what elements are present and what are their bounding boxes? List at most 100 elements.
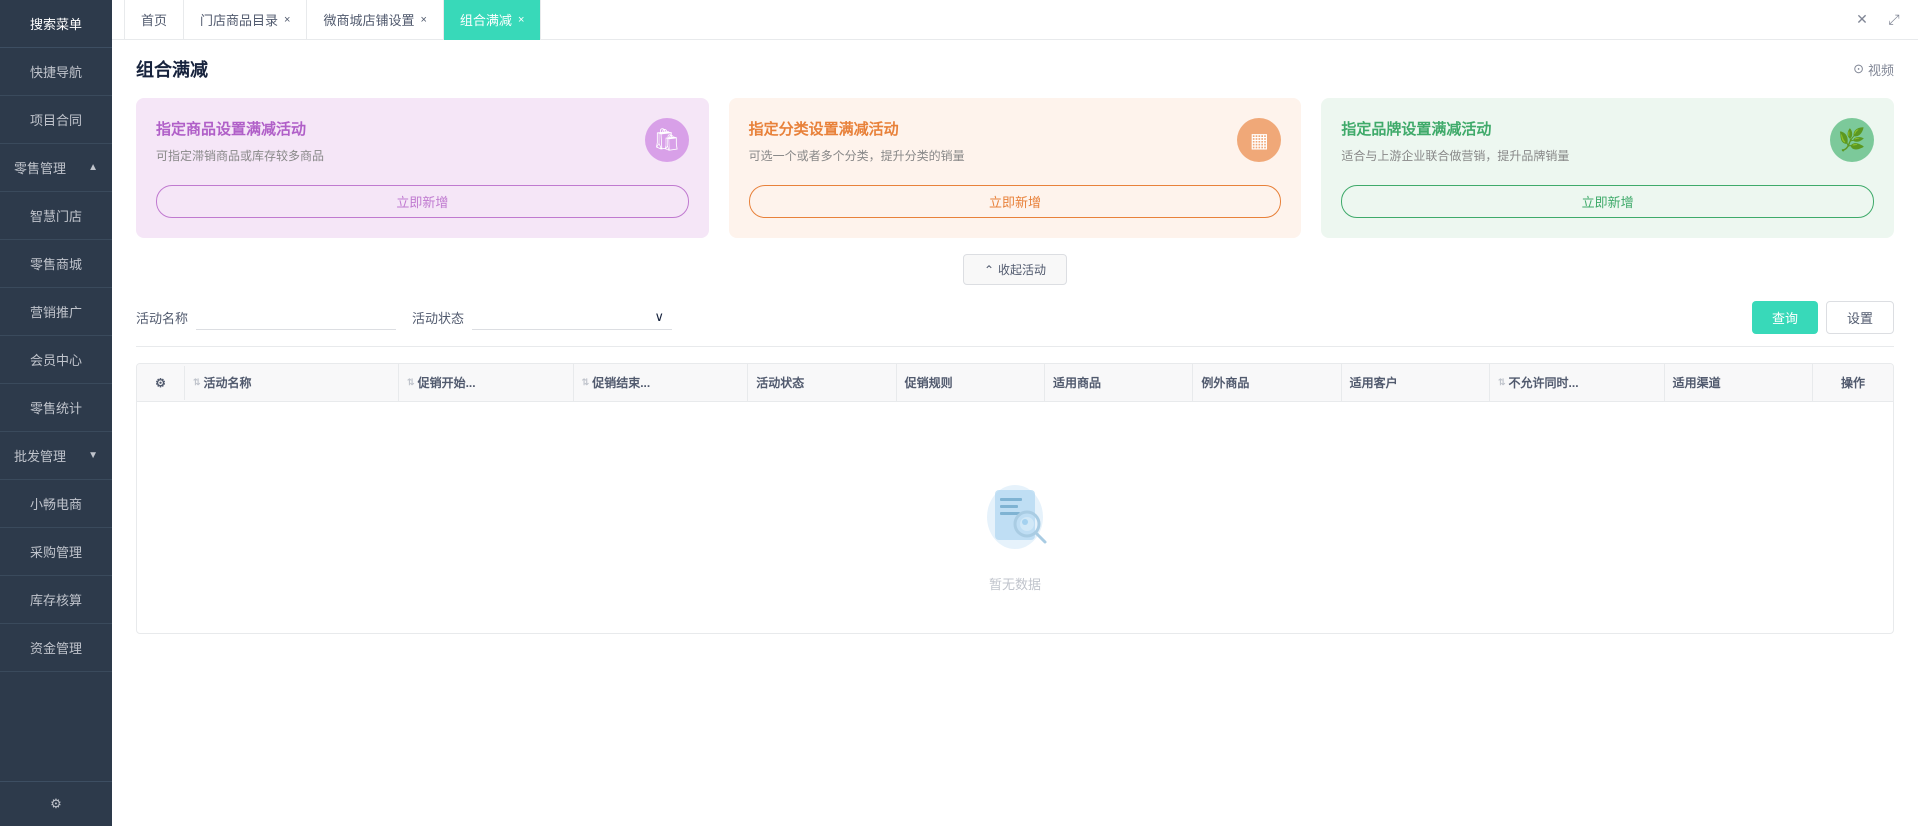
- video-btn[interactable]: ⊙ 视频: [1853, 60, 1894, 79]
- brand-card-add-btn[interactable]: 立即新增: [1341, 185, 1874, 218]
- sidebar-item-label: 营销推广: [30, 302, 82, 321]
- th-start: ⇅ 促销开始...: [399, 364, 574, 401]
- sidebar-item-label: 批发管理: [14, 446, 66, 465]
- filter-name-label: 活动名称: [136, 308, 188, 327]
- sidebar-item-retail-mall[interactable]: 零售商城: [0, 240, 112, 288]
- sidebar-item-label: 项目合同: [30, 110, 82, 129]
- main-area: 首页 门店商品目录 × 微商城店铺设置 × 组合满减 × ✕ ⤢ 组合满减 ⊙ …: [112, 0, 1918, 826]
- collapse-activities-btn[interactable]: ⌃ 收起活动: [963, 254, 1067, 285]
- sort-icon[interactable]: ⇅: [582, 377, 590, 388]
- tab-home[interactable]: 首页: [124, 0, 184, 40]
- brand-card-desc: 适合与上游企业联合做营销，提升品牌销量: [1341, 147, 1874, 166]
- sidebar-item-inventory[interactable]: 库存核算: [0, 576, 112, 624]
- th-gear[interactable]: ⚙: [137, 366, 185, 400]
- query-btn[interactable]: 查询: [1752, 301, 1818, 334]
- sidebar-item-quick-nav[interactable]: 快捷导航: [0, 48, 112, 96]
- page-title: 组合满减: [136, 56, 208, 82]
- sidebar-item-label: 采购管理: [30, 542, 82, 561]
- sidebar-item-label: 库存核算: [30, 590, 82, 609]
- tab-wechat[interactable]: 微商城店铺设置 ×: [307, 0, 443, 40]
- empty-text: 暂无数据: [989, 574, 1041, 593]
- table-header: ⚙ ⇅ 活动名称 ⇅ 促销开始... ⇅ 促销结束... 活动状态: [137, 364, 1893, 402]
- tab-bar-actions: ✕ ⤢: [1850, 8, 1906, 32]
- collapse-icon: ⌃: [984, 263, 994, 277]
- empty-illustration: [965, 462, 1065, 562]
- filter-name-item: 活动名称: [136, 306, 396, 330]
- filter-row: 活动名称 活动状态 ∨ 查询 设置: [136, 301, 1894, 347]
- category-card-desc: 可选一个或者多个分类，提升分类的销量: [749, 147, 1282, 166]
- data-table: ⚙ ⇅ 活动名称 ⇅ 促销开始... ⇅ 促销结束... 活动状态: [136, 363, 1894, 634]
- promo-cards-row: 🛍 指定商品设置满减活动 可指定滞销商品或库存较多商品 立即新增 ▦ 指定分类设…: [136, 98, 1894, 238]
- sidebar-item-label: 资金管理: [30, 638, 82, 657]
- restore-window-btn[interactable]: ⤢: [1882, 8, 1906, 32]
- filter-actions: 查询 设置: [1752, 301, 1894, 334]
- sidebar-item-label: 零售管理: [14, 158, 66, 177]
- sidebar-item-marketing[interactable]: 营销推广: [0, 288, 112, 336]
- th-name: ⇅ 活动名称: [185, 364, 399, 401]
- brand-card-icon: 🌿: [1830, 118, 1874, 162]
- category-card-add-btn[interactable]: 立即新增: [749, 185, 1282, 218]
- chevron-down-icon: ▼: [88, 450, 98, 461]
- category-card-title: 指定分类设置满减活动: [749, 118, 1282, 139]
- sidebar-settings-btn[interactable]: ⚙: [0, 781, 112, 826]
- tab-close-combo[interactable]: ×: [518, 14, 524, 26]
- filter-status-item: 活动状态 ∨: [412, 305, 672, 330]
- sidebar-item-retail-stat[interactable]: 零售统计: [0, 384, 112, 432]
- sidebar-item-label: 快捷导航: [30, 62, 82, 81]
- th-except: 例外商品: [1193, 364, 1341, 401]
- th-end: ⇅ 促销结束...: [574, 364, 749, 401]
- sidebar-item-label: 零售统计: [30, 398, 82, 417]
- sidebar-item-purchase[interactable]: 采购管理: [0, 528, 112, 576]
- sidebar-item-retail-mgmt[interactable]: 零售管理 ▲: [0, 144, 112, 192]
- empty-state: 暂无数据: [137, 402, 1893, 633]
- gear-icon: ⚙: [155, 376, 166, 390]
- sidebar-item-smart-store[interactable]: 智慧门店: [0, 192, 112, 240]
- gear-icon: ⚙: [50, 796, 62, 811]
- th-op: 操作: [1813, 364, 1893, 401]
- th-channel: 适用渠道: [1665, 364, 1813, 401]
- sidebar-item-finance[interactable]: 资金管理: [0, 624, 112, 672]
- sidebar-item-xiaochange[interactable]: 小畅电商: [0, 480, 112, 528]
- sidebar-item-member[interactable]: 会员中心: [0, 336, 112, 384]
- sidebar-search[interactable]: 搜索菜单: [0, 0, 112, 48]
- page-header: 组合满减 ⊙ 视频: [136, 56, 1894, 82]
- category-promo-card: ▦ 指定分类设置满减活动 可选一个或者多个分类，提升分类的销量 立即新增: [729, 98, 1302, 238]
- page-content: 组合满减 ⊙ 视频 🛍 指定商品设置满减活动 可指定滞销商品或库存较多商品 立即…: [112, 40, 1918, 826]
- th-customer: 适用客户: [1342, 364, 1490, 401]
- tab-close-catalog[interactable]: ×: [284, 14, 290, 26]
- sidebar-item-label: 零售商城: [30, 254, 82, 273]
- tab-combo[interactable]: 组合满减 ×: [444, 0, 541, 40]
- sidebar-item-wholesale[interactable]: 批发管理 ▼: [0, 432, 112, 480]
- tab-bar: 首页 门店商品目录 × 微商城店铺设置 × 组合满减 × ✕ ⤢: [112, 0, 1918, 40]
- sidebar-item-label: 小畅电商: [30, 494, 82, 513]
- sort-icon[interactable]: ⇅: [1498, 377, 1506, 388]
- chevron-down-icon: ∨: [655, 309, 665, 325]
- product-promo-card: 🛍 指定商品设置满减活动 可指定滞销商品或库存较多商品 立即新增: [136, 98, 709, 238]
- tab-close-wechat[interactable]: ×: [420, 14, 426, 26]
- brand-promo-card: 🌿 指定品牌设置满减活动 适合与上游企业联合做营销，提升品牌销量 立即新增: [1321, 98, 1894, 238]
- sort-icon[interactable]: ⇅: [193, 377, 201, 388]
- th-goods: 适用商品: [1045, 364, 1193, 401]
- th-rule: 促销规则: [897, 364, 1045, 401]
- sort-icon[interactable]: ⇅: [407, 377, 415, 388]
- chevron-up-icon: ▲: [88, 162, 98, 173]
- product-card-title: 指定商品设置满减活动: [156, 118, 689, 139]
- sidebar: 搜索菜单 快捷导航 项目合同 零售管理 ▲ 智慧门店 零售商城 营销推广 会员中…: [0, 0, 112, 826]
- th-concurrent: ⇅ 不允许同时...: [1490, 364, 1665, 401]
- collapse-row: ⌃ 收起活动: [136, 254, 1894, 285]
- filter-name-input[interactable]: [196, 306, 396, 330]
- filter-status-select[interactable]: ∨: [472, 305, 672, 330]
- brand-card-title: 指定品牌设置满减活动: [1341, 118, 1874, 139]
- product-card-desc: 可指定滞销商品或库存较多商品: [156, 147, 689, 166]
- filter-status-label: 活动状态: [412, 308, 464, 327]
- sidebar-item-label: 智慧门店: [30, 206, 82, 225]
- close-window-btn[interactable]: ✕: [1850, 8, 1874, 32]
- product-card-icon: 🛍: [645, 118, 689, 162]
- settings-btn[interactable]: 设置: [1826, 301, 1894, 334]
- sidebar-item-label: 会员中心: [30, 350, 82, 369]
- th-status: 活动状态: [748, 364, 896, 401]
- tab-catalog[interactable]: 门店商品目录 ×: [184, 0, 307, 40]
- product-card-add-btn[interactable]: 立即新增: [156, 185, 689, 218]
- play-icon: ⊙: [1853, 61, 1864, 77]
- sidebar-item-project[interactable]: 项目合同: [0, 96, 112, 144]
